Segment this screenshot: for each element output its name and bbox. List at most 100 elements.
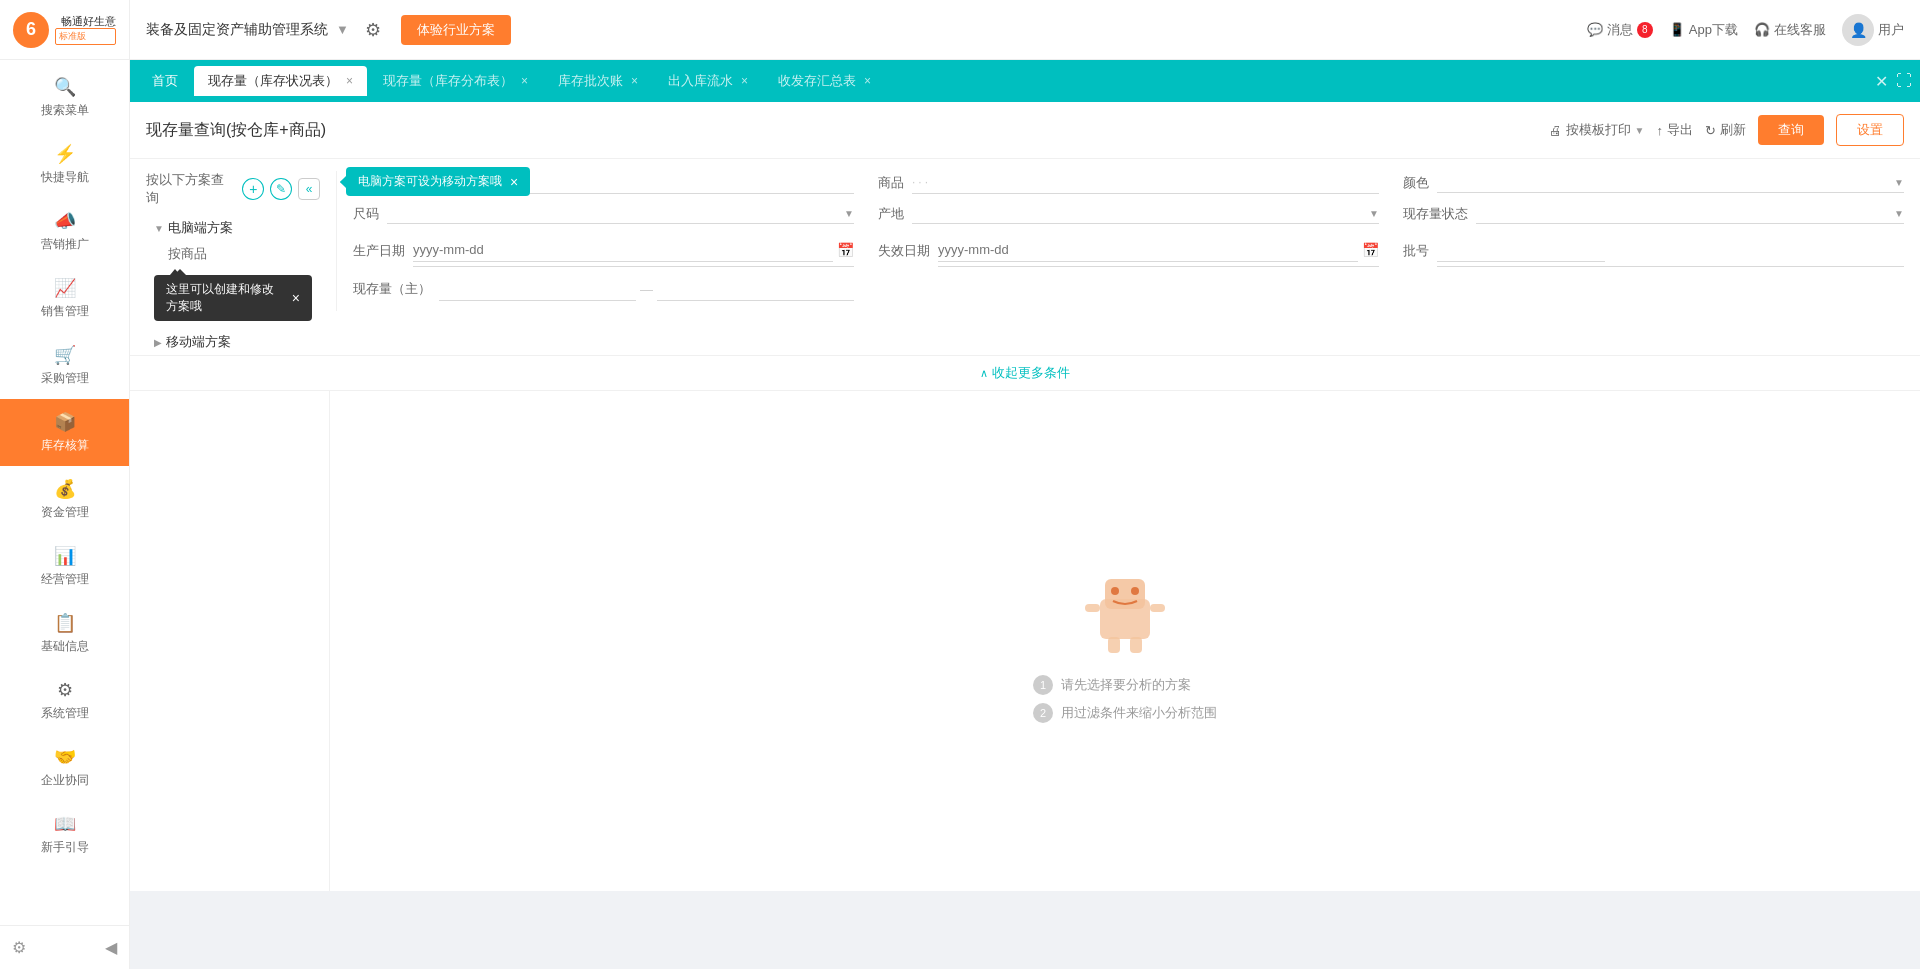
bell-icon: 💬 <box>1587 22 1603 37</box>
batch-input-area <box>1437 234 1904 267</box>
tab-inventory-status-close[interactable]: × <box>346 74 353 88</box>
tab-inventory-dist-label: 现存量（库存分布表） <box>383 72 513 90</box>
system-dropdown-icon[interactable]: ▼ <box>336 22 349 37</box>
pc-scheme-child-label: 按商品 <box>168 245 207 263</box>
size-select[interactable]: ▼ <box>387 204 854 224</box>
gear-icon: ⚙ <box>57 679 73 701</box>
export-label: 导出 <box>1667 121 1693 139</box>
collapse-up-icon: ∧ <box>980 367 988 380</box>
sidebar-item-sales[interactable]: 📈 销售管理 <box>0 265 129 332</box>
sidebar-item-purchase[interactable]: 🛒 采购管理 <box>0 332 129 399</box>
notification-action[interactable]: 💬 消息 8 <box>1587 21 1653 39</box>
filter-row-2: 尺码 ▼ 产地 ▼ <box>353 204 1904 234</box>
tab-in-out-flow-label: 出入库流水 <box>668 72 733 90</box>
industry-button[interactable]: 体验行业方案 <box>401 15 511 45</box>
sidebar-item-inventory[interactable]: 📦 库存核算 <box>0 399 129 466</box>
pc-scheme-child-1[interactable]: 按商品 <box>146 241 320 267</box>
online-support-action[interactable]: 🎧 在线客服 <box>1754 21 1826 39</box>
pc-scheme-row[interactable]: ▼ 电脑端方案 <box>146 215 320 241</box>
refresh-button[interactable]: ↻ 刷新 <box>1705 121 1746 139</box>
left-scheme-panel <box>130 391 330 891</box>
sidebar-item-enterprise[interactable]: 🤝 企业协同 <box>0 734 129 801</box>
tooltip1-close[interactable]: × <box>510 174 518 190</box>
tab-receipt-summary-close[interactable]: × <box>864 74 871 88</box>
filter-label-row: 按以下方案查询 + ✎ « 电脑方案可设为移动方案哦 × <box>146 171 320 207</box>
tab-in-out-flow[interactable]: 出入库流水 × <box>654 66 762 96</box>
batch-input[interactable] <box>1437 238 1605 262</box>
filter-row-3: 生产日期 📅 失效日期 📅 <box>353 234 1904 277</box>
sidebar-item-finance[interactable]: 💰 资金管理 <box>0 466 129 533</box>
settings-button[interactable]: 设置 <box>1836 114 1904 146</box>
user-action[interactable]: 👤 用户 <box>1842 14 1904 46</box>
tab-inventory-status[interactable]: 现存量（库存状况表） × <box>194 66 367 96</box>
collapse-button[interactable]: ∧ 收起更多条件 <box>130 355 1920 390</box>
sidebar-label-marketing: 营销推广 <box>41 236 89 253</box>
sidebar-item-quick[interactable]: ⚡ 快捷导航 <box>0 131 129 198</box>
refresh-icon: ↻ <box>1705 123 1716 138</box>
chart-icon: 📈 <box>54 277 76 299</box>
lightning-icon: ⚡ <box>54 143 76 165</box>
mobile-scheme-label: 移动端方案 <box>166 333 231 351</box>
add-scheme-button[interactable]: + <box>242 178 264 200</box>
size-dropdown-icon: ▼ <box>844 208 854 219</box>
stock-main-from-input[interactable] <box>439 277 636 301</box>
origin-select[interactable]: ▼ <box>912 204 1379 224</box>
tab-maximize-icon[interactable]: ⛶ <box>1896 72 1912 90</box>
page-title-bar: 现存量查询(按仓库+商品) 🖨 按模板打印 ▼ ↑ 导出 ↻ 刷新 查询 设置 <box>130 102 1920 159</box>
stock-main-to-input[interactable] <box>657 277 854 301</box>
tab-batch-ledger[interactable]: 库存批次账 × <box>544 66 652 96</box>
tooltip2-close[interactable]: × <box>292 290 300 306</box>
tab-inventory-dist[interactable]: 现存量（库存分布表） × <box>369 66 542 96</box>
stock-main-label: 现存量（主） <box>353 280 431 298</box>
mobile-scheme-row[interactable]: ▶ 移动端方案 <box>146 329 320 355</box>
print-button[interactable]: 🖨 按模板打印 ▼ <box>1549 121 1645 139</box>
sidebar-item-system[interactable]: ⚙ 系统管理 <box>0 667 129 734</box>
user-label: 用户 <box>1878 21 1904 39</box>
sidebar-item-marketing[interactable]: 📣 营销推广 <box>0 198 129 265</box>
svg-rect-6 <box>1108 637 1120 653</box>
expiry-date-input[interactable] <box>938 238 1358 262</box>
expiry-date-filter-item: 失效日期 📅 <box>878 234 1379 267</box>
empty-step-2: 2 用过滤条件来缩小分析范围 <box>1033 703 1217 723</box>
prod-date-calendar-icon[interactable]: 📅 <box>837 242 854 258</box>
stock-main-filter-item: 现存量（主） — <box>353 277 854 301</box>
tab-in-out-flow-close[interactable]: × <box>741 74 748 88</box>
stock-status-select[interactable]: ▼ <box>1476 204 1904 224</box>
sidebar-item-basic[interactable]: 📋 基础信息 <box>0 600 129 667</box>
goods-select[interactable]: ··· <box>912 171 1379 194</box>
export-button[interactable]: ↑ 导出 <box>1657 121 1694 139</box>
settings-gear-icon[interactable]: ⚙ <box>365 19 381 41</box>
app-download-action[interactable]: 📱 App下载 <box>1669 21 1738 39</box>
tab-close-all-icon[interactable]: ✕ <box>1875 72 1888 91</box>
filter-row-1: 仓库 ··· 商品 ··· <box>353 171 1904 204</box>
expiry-date-calendar-icon[interactable]: 📅 <box>1362 242 1379 258</box>
tab-receipt-summary[interactable]: 收发存汇总表 × <box>764 66 885 96</box>
sidebar-label-finance: 资金管理 <box>41 504 89 521</box>
color-dropdown-icon: ▼ <box>1894 177 1904 188</box>
tab-home[interactable]: 首页 <box>138 66 192 96</box>
collapse-sidebar-icon[interactable]: ◀ <box>105 938 117 957</box>
filter-row-4: 现存量（主） — <box>353 277 1904 311</box>
expiry-date-label: 失效日期 <box>878 242 930 260</box>
print-label: 按模板打印 <box>1566 121 1631 139</box>
tab-batch-ledger-close[interactable]: × <box>631 74 638 88</box>
edit-scheme-button[interactable]: ✎ <box>270 178 292 200</box>
settings-bottom-icon[interactable]: ⚙ <box>12 938 26 957</box>
clipboard-icon: 📋 <box>54 612 76 634</box>
stock-status-filter-item: 现存量状态 ▼ <box>1403 204 1904 224</box>
query-button[interactable]: 查询 <box>1758 115 1824 145</box>
size-filter-item: 尺码 ▼ <box>353 204 854 224</box>
sidebar: 6 畅通好生意 标准版 🔍 搜索菜单 ⚡ 快捷导航 📣 营销推广 📈 销售管理 … <box>0 0 130 969</box>
filter-label: 按以下方案查询 <box>146 171 236 207</box>
sidebar-item-operations[interactable]: 📊 经营管理 <box>0 533 129 600</box>
tab-inventory-dist-close[interactable]: × <box>521 74 528 88</box>
sidebar-nav: 🔍 搜索菜单 ⚡ 快捷导航 📣 营销推广 📈 销售管理 🛒 采购管理 📦 库存核… <box>0 60 129 925</box>
prod-date-input[interactable] <box>413 238 833 262</box>
empty-state-content: 1 请先选择要分析的方案 2 用过滤条件来缩小分析范围 <box>1033 559 1217 723</box>
sidebar-item-search[interactable]: 🔍 搜索菜单 <box>0 64 129 131</box>
sidebar-item-guide[interactable]: 📖 新手引导 <box>0 801 129 868</box>
print-dropdown-icon: ▼ <box>1635 125 1645 136</box>
back-scheme-button[interactable]: « <box>298 178 320 200</box>
color-select[interactable]: ▼ <box>1437 173 1904 193</box>
expiry-date-input-area: 📅 <box>938 234 1379 267</box>
